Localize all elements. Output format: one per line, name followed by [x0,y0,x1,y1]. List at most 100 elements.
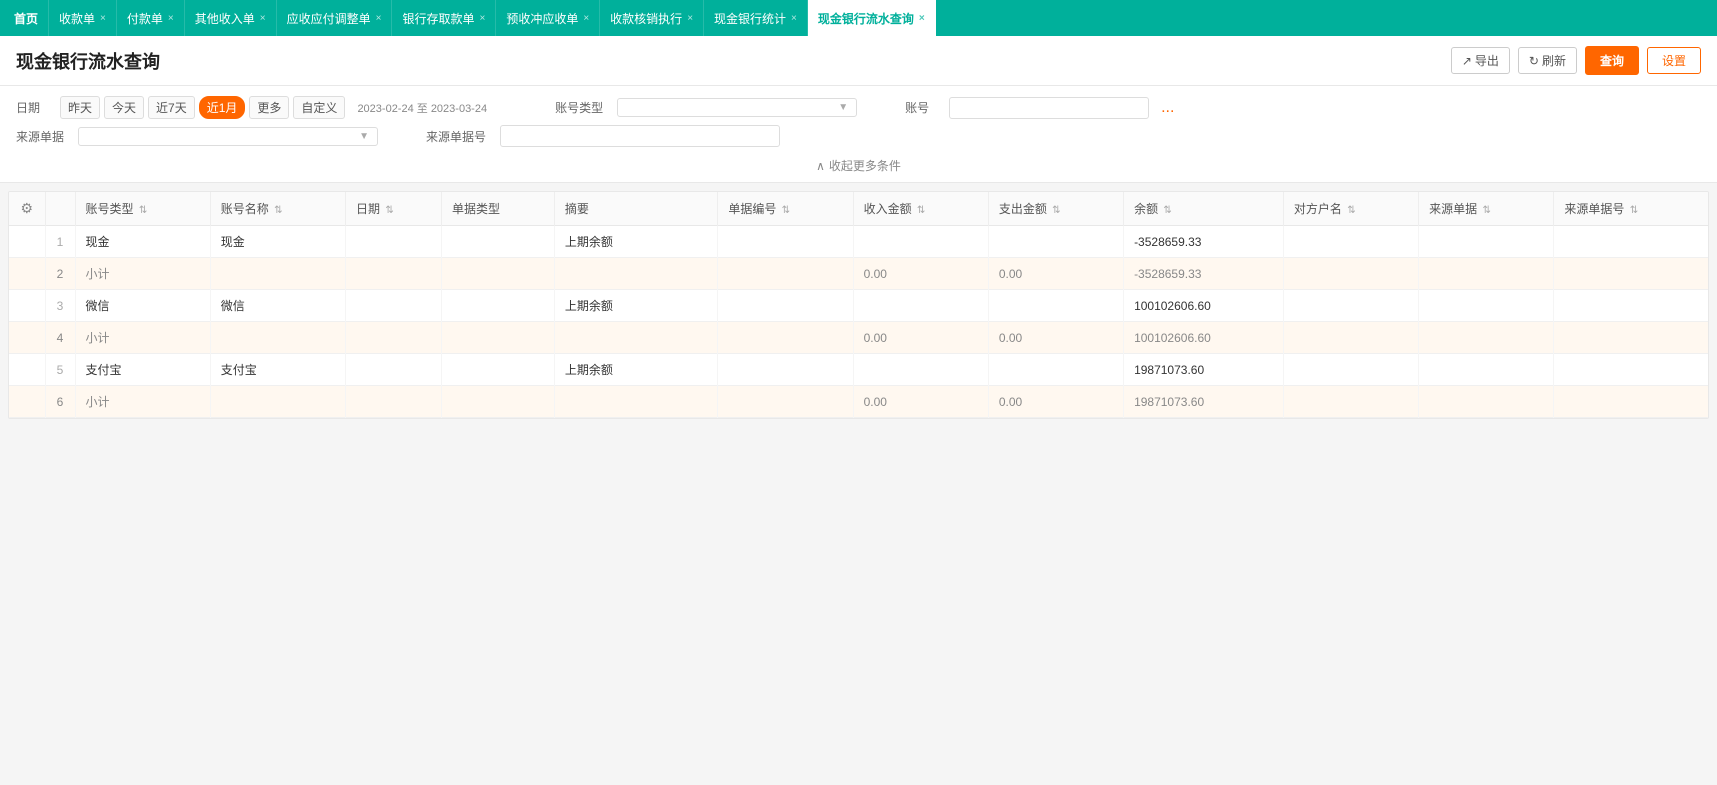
cell-expense [988,290,1123,322]
column-settings-icon[interactable]: ⚙ [20,200,33,216]
close-receipts-icon[interactable]: × [100,13,106,24]
cell-counterparty [1283,354,1418,386]
cell-summary: 上期余额 [554,290,717,322]
date-label: 日期 [16,99,46,116]
source-doc-no-input[interactable] [509,129,771,143]
cell-gear [9,354,45,386]
sort-account-name-icon: ⇅ [274,205,282,216]
date-btn-custom[interactable]: 自定义 [293,96,345,119]
close-stat-icon[interactable]: × [791,13,797,24]
account-type-select[interactable]: ▼ [617,98,857,117]
nav-tab-prepay-offset[interactable]: 预收冲应收单 × [496,0,600,36]
col-account-type[interactable]: 账号类型 ⇅ [75,192,210,226]
cell-summary [554,322,717,354]
date-btn-7days[interactable]: 近7天 [148,96,195,119]
cell-summary: 上期余额 [554,226,717,258]
cell-doc-type [442,322,555,354]
query-button[interactable]: 查询 [1585,46,1639,75]
nav-tab-receipt-verify[interactable]: 收款核销执行 × [600,0,704,36]
nav-tab-cash-stat[interactable]: 现金银行统计 × [704,0,808,36]
cell-source-doc [1419,322,1554,354]
close-ar-ap-icon[interactable]: × [376,13,382,24]
nav-tab-ar-ap-adjust[interactable]: 应收应付调整单 × [277,0,393,36]
collapse-up-icon: ∧ [816,159,825,173]
col-date[interactable]: 日期 ⇅ [346,192,442,226]
cell-num: 2 [45,258,75,290]
filter-row-source: 来源单据 ▼ 来源单据号 [16,125,1701,147]
cell-source-doc [1419,386,1554,418]
nav-tab-other-income[interactable]: 其他收入单 × [185,0,277,36]
sort-counterparty-icon: ⇅ [1347,205,1355,216]
cell-num: 1 [45,226,75,258]
refresh-icon: ↻ [1529,54,1539,68]
col-balance[interactable]: 余额 ⇅ [1124,192,1284,226]
cell-income: 0.00 [853,258,988,290]
col-doc-no[interactable]: 单据编号 ⇅ [718,192,853,226]
cell-source-doc [1419,290,1554,322]
refresh-button[interactable]: ↻ 刷新 [1518,47,1577,74]
cell-account-type: 小计 [75,386,210,418]
cell-doc-type [442,258,555,290]
account-input[interactable] [958,101,1140,115]
cell-balance: 100102606.60 [1124,322,1284,354]
date-btn-yesterday[interactable]: 昨天 [60,96,100,119]
cell-doc-type [442,386,555,418]
close-verify-icon[interactable]: × [687,13,693,24]
col-account-name[interactable]: 账号名称 ⇅ [210,192,345,226]
cell-account-type: 支付宝 [75,354,210,386]
col-expense[interactable]: 支出金额 ⇅ [988,192,1123,226]
cell-balance: 100102606.60 [1124,290,1284,322]
table-row: 4小计0.000.00100102606.60 [9,322,1708,354]
col-counterparty[interactable]: 对方户名 ⇅ [1283,192,1418,226]
cell-doc-type [442,290,555,322]
close-prepay-icon[interactable]: × [583,13,589,24]
col-doc-type: 单据类型 [442,192,555,226]
cell-source-doc [1419,226,1554,258]
export-button[interactable]: ↗ 导出 [1451,47,1510,74]
source-doc-select[interactable]: ▼ [78,127,378,146]
cell-account-type: 微信 [75,290,210,322]
close-bank-icon[interactable]: × [479,13,485,24]
cell-date [346,226,442,258]
close-flow-icon[interactable]: × [919,13,925,24]
sort-doc-no-icon: ⇅ [782,205,790,216]
table-body: 1现金现金上期余额-3528659.332小计0.000.00-3528659.… [9,226,1708,418]
nav-tab-cash-flow[interactable]: 现金银行流水查询 × [808,0,936,36]
col-source-doc[interactable]: 来源单据 ⇅ [1419,192,1554,226]
sort-income-icon: ⇅ [917,205,925,216]
source-doc-chevron-icon: ▼ [359,131,369,142]
date-btn-today[interactable]: 今天 [104,96,144,119]
cell-gear [9,258,45,290]
col-income[interactable]: 收入金额 ⇅ [853,192,988,226]
setting-button[interactable]: 设置 [1647,47,1701,74]
nav-tab-bank-deposit[interactable]: 银行存取款单 × [392,0,496,36]
cell-account-type: 现金 [75,226,210,258]
collapse-button[interactable]: ∧ 收起更多条件 [16,153,1701,174]
cell-account-name [210,386,345,418]
cell-doc-type [442,226,555,258]
cell-expense: 0.00 [988,258,1123,290]
cell-source-doc [1419,258,1554,290]
cell-balance: -3528659.33 [1124,226,1284,258]
export-icon: ↗ [1462,54,1472,68]
cell-expense [988,226,1123,258]
source-doc-no-input-container [500,125,780,147]
close-other-income-icon[interactable]: × [260,13,266,24]
col-num [45,192,75,226]
nav-tab-receipts[interactable]: 收款单 × [49,0,117,36]
cell-account-type: 小计 [75,322,210,354]
cell-source-doc-no [1554,258,1708,290]
nav-tab-payments[interactable]: 付款单 × [117,0,185,36]
cell-account-name: 现金 [210,226,345,258]
cell-gear [9,322,45,354]
account-label: 账号 [905,99,935,116]
nav-tab-home[interactable]: 首页 [4,0,49,36]
close-payments-icon[interactable]: × [168,13,174,24]
sort-source-doc-icon: ⇅ [1482,205,1490,216]
col-source-doc-no[interactable]: 来源单据号 ⇅ [1554,192,1708,226]
cell-doc-no [718,226,853,258]
date-btn-1month[interactable]: 近1月 [199,96,246,119]
col-gear[interactable]: ⚙ [9,192,45,226]
date-btn-more[interactable]: 更多 [249,96,289,119]
account-dots-button[interactable]: ... [1157,99,1178,117]
